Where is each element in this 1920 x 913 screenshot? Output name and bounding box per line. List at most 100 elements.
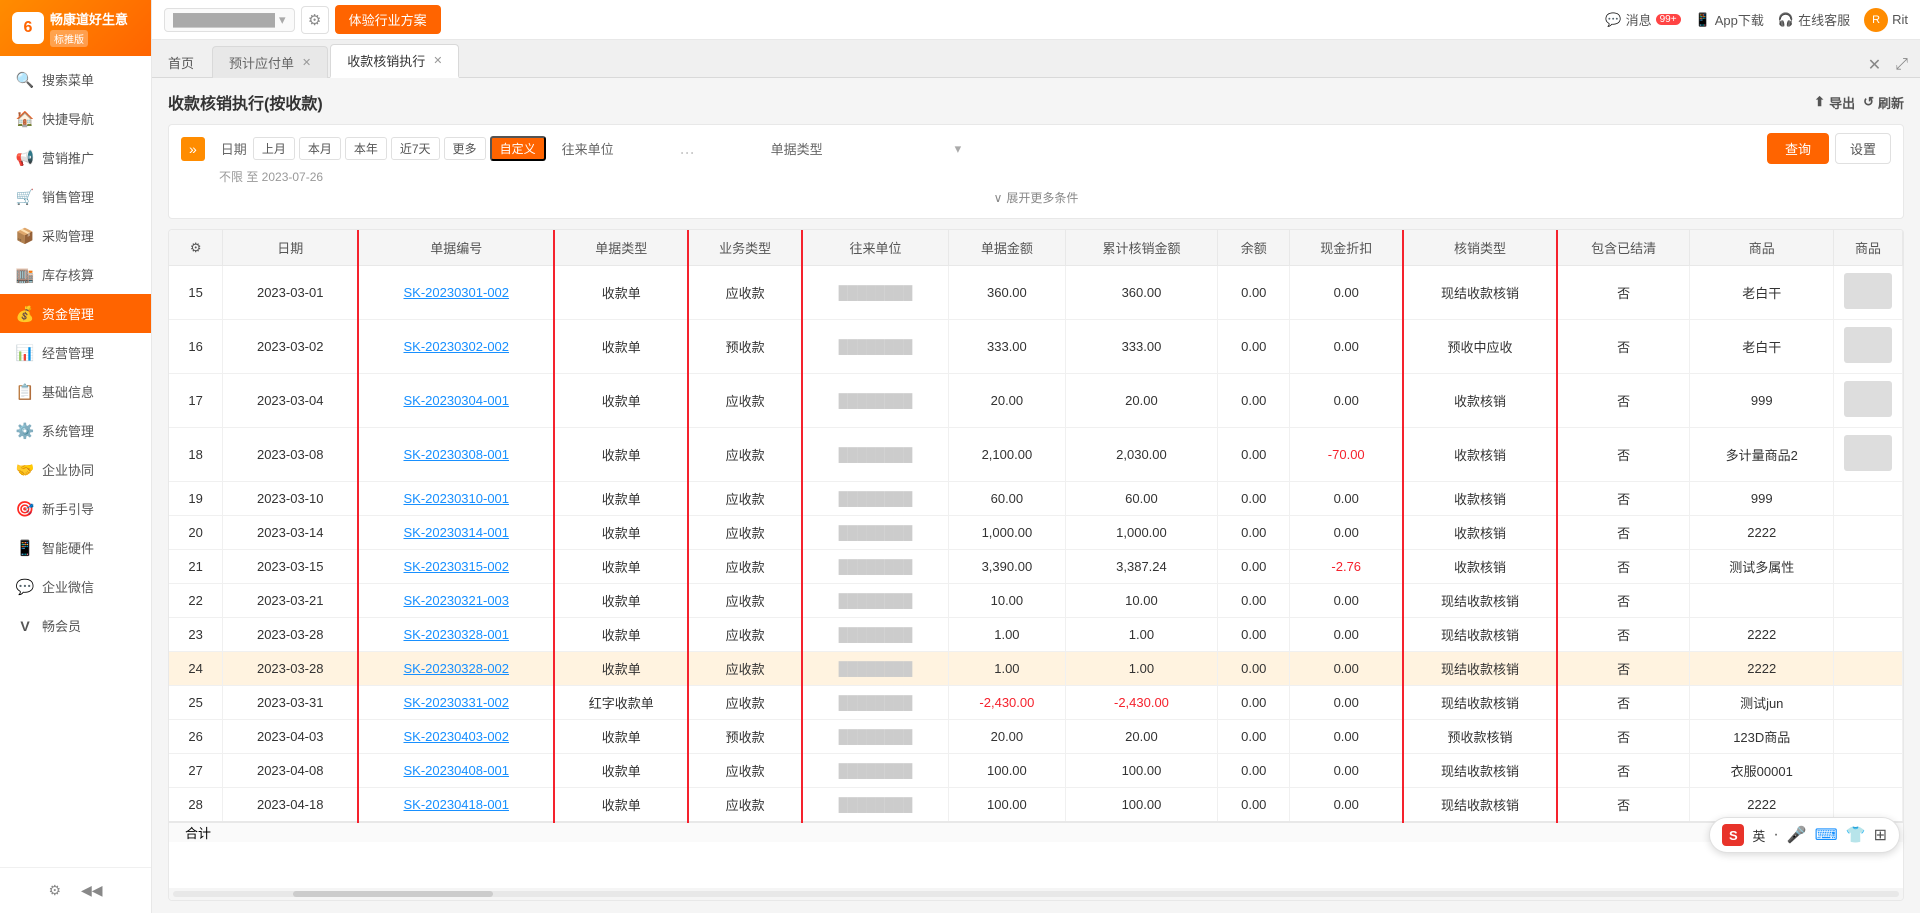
table-row[interactable]: 19 2023-03-10 SK-20230310-001 收款单 应收款 ██…: [169, 482, 1903, 516]
cell-amount: 100.00: [948, 788, 1065, 823]
tab-payable[interactable]: 预计应付单 ✕: [212, 46, 328, 78]
table-row[interactable]: 26 2023-04-03 SK-20230403-002 收款单 预收款 ██…: [169, 720, 1903, 754]
cell-discount: 0.00: [1290, 652, 1403, 686]
query-btn[interactable]: 查询: [1767, 133, 1829, 164]
sidebar-item-basic[interactable]: 📋 基础信息: [0, 372, 151, 411]
float-more-btn[interactable]: ⊞: [1874, 825, 1887, 845]
cell-doc-no[interactable]: SK-20230310-001: [358, 482, 554, 516]
user-menu[interactable]: R Rit: [1864, 8, 1908, 32]
cell-date: 2023-03-28: [223, 652, 358, 686]
app-download-btn[interactable]: 📱 App下载: [1695, 10, 1764, 29]
float-keyboard-btn[interactable]: ⌨: [1815, 825, 1838, 845]
filter-date-this-month[interactable]: 本月: [299, 137, 341, 160]
cell-verify-type: 现结收款核销: [1403, 584, 1557, 618]
sidebar-settings-btn[interactable]: ⚙: [40, 876, 69, 905]
cell-doc-no[interactable]: SK-20230314-001: [358, 516, 554, 550]
col-header-biz-type: 业务类型: [688, 230, 802, 266]
cell-doc-type: 收款单: [554, 788, 688, 823]
table-row[interactable]: 16 2023-03-02 SK-20230302-002 收款单 预收款 ██…: [169, 320, 1903, 374]
table-row[interactable]: 25 2023-03-31 SK-20230331-002 红字收款单 应收款 …: [169, 686, 1903, 720]
sidebar-item-hardware[interactable]: 📱 智能硬件: [0, 528, 151, 567]
filter-date-last-month[interactable]: 上月: [253, 137, 295, 160]
export-btn[interactable]: ⬆ 导出: [1814, 93, 1855, 112]
sidebar-item-sales[interactable]: 🛒 销售管理: [0, 177, 151, 216]
filter-date-more[interactable]: 更多: [444, 137, 486, 160]
tab-home[interactable]: 首页: [152, 47, 210, 78]
sidebar-item-operation[interactable]: 📊 经营管理: [0, 333, 151, 372]
table-row[interactable]: 17 2023-03-04 SK-20230304-001 收款单 应收款 ██…: [169, 374, 1903, 428]
cell-doc-no[interactable]: SK-20230302-002: [358, 320, 554, 374]
col-header-date: 日期: [223, 230, 358, 266]
table-scrollbar[interactable]: [169, 888, 1903, 900]
cell-balance: 0.00: [1218, 482, 1290, 516]
tab-maximize-btn[interactable]: ⤢: [1891, 54, 1912, 76]
sidebar-item-system[interactable]: ⚙️ 系统管理: [0, 411, 151, 450]
cell-doc-no[interactable]: SK-20230328-002: [358, 652, 554, 686]
cell-doc-no[interactable]: SK-20230308-001: [358, 428, 554, 482]
refresh-btn[interactable]: ↺ 刷新: [1863, 93, 1904, 112]
tab-receivable[interactable]: 收款核销执行 ✕: [330, 44, 459, 78]
filter-date-7days[interactable]: 近7天: [391, 137, 440, 160]
cell-discount: 0.00: [1290, 618, 1403, 652]
sidebar-item-purchase[interactable]: 📦 采购管理: [0, 216, 151, 255]
sidebar-item-guide[interactable]: 🎯 新手引导: [0, 489, 151, 528]
sidebar-item-enterprise[interactable]: 🤝 企业协同: [0, 450, 151, 489]
cell-verified-amount: 100.00: [1065, 754, 1217, 788]
cell-doc-no[interactable]: SK-20230315-002: [358, 550, 554, 584]
sidebar-item-search[interactable]: 🔍 搜索菜单: [0, 60, 151, 99]
float-dot-btn[interactable]: ·: [1773, 826, 1778, 844]
float-mic-btn[interactable]: 🎤: [1787, 825, 1807, 845]
cell-no: 21: [169, 550, 223, 584]
cell-date: 2023-03-08: [223, 428, 358, 482]
tab-payable-close-btn[interactable]: ✕: [302, 56, 311, 69]
float-input-chinese-btn[interactable]: 英: [1752, 826, 1765, 845]
cell-discount: 0.00: [1290, 788, 1403, 823]
cell-doc-no[interactable]: SK-20230408-001: [358, 754, 554, 788]
table-row[interactable]: 24 2023-03-28 SK-20230328-002 收款单 应收款 ██…: [169, 652, 1903, 686]
workspace-select[interactable]: ████████████ ▾: [164, 8, 295, 32]
industry-solution-btn[interactable]: 体验行业方案: [335, 5, 441, 34]
cell-balance: 0.00: [1218, 320, 1290, 374]
scrollbar-thumb[interactable]: [293, 891, 493, 897]
table-row[interactable]: 20 2023-03-14 SK-20230314-001 收款单 应收款 ██…: [169, 516, 1903, 550]
online-service-btn[interactable]: 🎧 在线客服: [1778, 10, 1850, 29]
table-row[interactable]: 15 2023-03-01 SK-20230301-002 收款单 应收款 ██…: [169, 266, 1903, 320]
filter-date-this-year[interactable]: 本年: [345, 137, 387, 160]
cell-amount: 2,100.00: [948, 428, 1065, 482]
sidebar-item-wechat[interactable]: 💬 企业微信: [0, 567, 151, 606]
float-emoji-btn[interactable]: 👕: [1846, 825, 1866, 845]
table-row[interactable]: 23 2023-03-28 SK-20230328-001 收款单 应收款 ██…: [169, 618, 1903, 652]
table-wrap[interactable]: ⚙ 日期 单据编号 单据类型 业务类型 往来单位 单据金额 累计核销金额 余额 …: [169, 230, 1903, 888]
tab-receivable-close-btn[interactable]: ✕: [433, 54, 442, 67]
cell-doc-no[interactable]: SK-20230331-002: [358, 686, 554, 720]
cell-doc-no[interactable]: SK-20230418-001: [358, 788, 554, 823]
settings-gear-btn[interactable]: ⚙: [301, 6, 329, 34]
sidebar-collapse-btn[interactable]: ◀◀: [73, 876, 111, 905]
filter-expand-btn[interactable]: »: [181, 137, 205, 161]
sidebar-item-inventory[interactable]: 🏬 库存核算: [0, 255, 151, 294]
cell-doc-no[interactable]: SK-20230301-002: [358, 266, 554, 320]
table-row[interactable]: 22 2023-03-21 SK-20230321-003 收款单 应收款 ██…: [169, 584, 1903, 618]
cell-partner: ████████: [802, 516, 948, 550]
cell-verified-amount: 1,000.00: [1065, 516, 1217, 550]
page-title-row: 收款核销执行(按收款) ⬆ 导出 ↺ 刷新: [168, 90, 1904, 114]
sidebar-item-finance[interactable]: 💰 资金管理: [0, 294, 151, 333]
cell-doc-no[interactable]: SK-20230321-003: [358, 584, 554, 618]
cell-doc-no[interactable]: SK-20230403-002: [358, 720, 554, 754]
table-row[interactable]: 28 2023-04-18 SK-20230418-001 收款单 应收款 ██…: [169, 788, 1903, 823]
sidebar-item-vip[interactable]: V 畅会员: [0, 606, 151, 645]
tab-close-all-btn[interactable]: ✕: [1864, 53, 1885, 77]
cell-product: 999: [1690, 374, 1834, 428]
filter-date-custom-btn[interactable]: 自定义: [490, 136, 546, 161]
table-row[interactable]: 18 2023-03-08 SK-20230308-001 收款单 应收款 ██…: [169, 428, 1903, 482]
table-row[interactable]: 21 2023-03-15 SK-20230315-002 收款单 应收款 ██…: [169, 550, 1903, 584]
sidebar-item-quick[interactable]: 🏠 快捷导航: [0, 99, 151, 138]
sidebar-item-marketing[interactable]: 📢 营销推广: [0, 138, 151, 177]
table-row[interactable]: 27 2023-04-08 SK-20230408-001 收款单 应收款 ██…: [169, 754, 1903, 788]
cell-doc-no[interactable]: SK-20230328-001: [358, 618, 554, 652]
message-btn[interactable]: 💬 消息 99+: [1605, 10, 1680, 29]
cell-doc-no[interactable]: SK-20230304-001: [358, 374, 554, 428]
filter-expand-more[interactable]: ∨ 展开更多条件: [181, 185, 1891, 210]
cell-no: 26: [169, 720, 223, 754]
setting-btn[interactable]: 设置: [1835, 133, 1891, 164]
